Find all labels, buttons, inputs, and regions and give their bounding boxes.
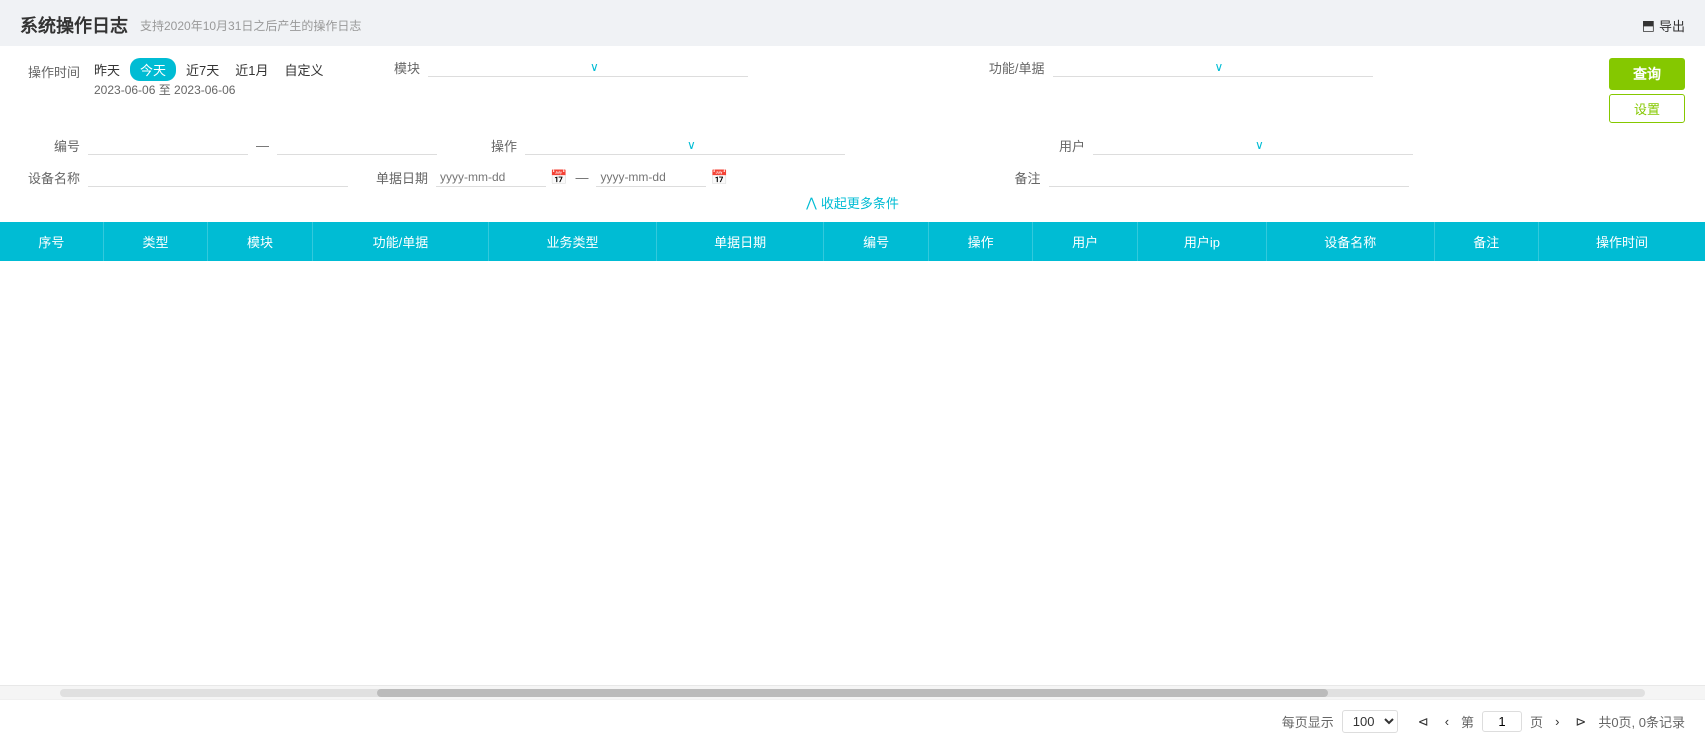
page-container: 系统操作日志 支持2020年10月31日之后产生的操作日志 ⬒ 导出 操作时间 … <box>0 0 1705 743</box>
export-button[interactable]: ⬒ 导出 <box>1642 16 1685 35</box>
first-page-button[interactable]: ⊲ <box>1414 712 1433 732</box>
export-icon: ⬒ <box>1642 17 1655 34</box>
remark-input[interactable] <box>1049 167 1409 187</box>
date-input-group: 📅 — 📅 <box>436 168 728 187</box>
number-to-input[interactable] <box>277 135 437 155</box>
col-number: 编号 <box>824 222 928 261</box>
col-remark: 备注 <box>1434 222 1538 261</box>
filter-panel: 操作时间 昨天 今天 近7天 近1月 自定义 2023-06-06 至 2023… <box>0 46 1705 222</box>
export-label: 导出 <box>1659 16 1685 35</box>
module-arrow-icon: ∨ <box>590 60 744 74</box>
scrollbar-area[interactable] <box>0 685 1705 699</box>
user-arrow-icon: ∨ <box>1255 138 1409 152</box>
page-unit: 页 <box>1530 712 1543 731</box>
page-size-select[interactable]: 100 50 200 <box>1342 710 1398 733</box>
page-summary: 共0页, 0条记录 <box>1598 712 1685 731</box>
col-device: 设备名称 <box>1266 222 1434 261</box>
table-container: 序号 类型 模块 功能/单据 业务类型 单据日期 编号 操作 用户 用户ip 设… <box>0 222 1705 685</box>
collapse-chevron-icon: ⋀ <box>806 195 817 211</box>
number-from-input[interactable] <box>88 135 248 155</box>
col-index: 序号 <box>0 222 103 261</box>
operation-select[interactable]: ∨ <box>525 136 845 155</box>
col-op-time: 操作时间 <box>1539 222 1705 261</box>
col-module: 模块 <box>208 222 312 261</box>
time-btn-yesterday[interactable]: 昨天 <box>88 58 126 81</box>
page-header: 系统操作日志 支持2020年10月31日之后产生的操作日志 ⬒ 导出 <box>0 0 1705 46</box>
page-size-label: 每页显示 <box>1282 712 1334 731</box>
collapse-label: 收起更多条件 <box>821 193 899 212</box>
collapse-row: ⋀ 收起更多条件 <box>0 187 1705 222</box>
pagination-bar: 每页显示 100 50 200 ⊲ ‹ 第 页 › ⊳ 共0页, 0条记录 <box>0 699 1705 743</box>
remark-label: 备注 <box>981 168 1041 187</box>
col-type: 类型 <box>103 222 207 261</box>
time-range-text: 2023-06-06 至 2023-06-06 <box>94 81 330 98</box>
prev-page-button[interactable]: ‹ <box>1441 712 1453 731</box>
query-button[interactable]: 查询 <box>1609 58 1685 90</box>
last-page-button[interactable]: ⊳ <box>1571 712 1590 732</box>
time-btn-7days[interactable]: 近7天 <box>180 58 225 81</box>
date-to-input[interactable] <box>596 168 706 187</box>
col-date: 单据日期 <box>656 222 824 261</box>
scrollbar-thumb[interactable] <box>377 689 1328 697</box>
scrollbar-track <box>60 689 1645 697</box>
user-select[interactable]: ∨ <box>1093 136 1413 155</box>
date-to-calendar-icon[interactable]: 📅 <box>710 169 727 186</box>
device-label: 设备名称 <box>20 168 80 187</box>
page-label: 第 <box>1461 712 1474 731</box>
func-label: 功能/单据 <box>985 58 1045 77</box>
col-user: 用户 <box>1033 222 1137 261</box>
time-label: 操作时间 <box>20 62 80 81</box>
user-label: 用户 <box>1025 136 1085 155</box>
col-func: 功能/单据 <box>312 222 488 261</box>
data-table: 序号 类型 模块 功能/单据 业务类型 单据日期 编号 操作 用户 用户ip 设… <box>0 222 1705 621</box>
time-btn-1month[interactable]: 近1月 <box>229 58 274 81</box>
number-label: 编号 <box>20 136 80 155</box>
table-header: 序号 类型 模块 功能/单据 业务类型 单据日期 编号 操作 用户 用户ip 设… <box>0 222 1705 261</box>
date-from-input[interactable] <box>436 168 546 187</box>
next-page-button[interactable]: › <box>1551 712 1563 731</box>
module-label: 模块 <box>360 58 420 77</box>
header-left: 系统操作日志 支持2020年10月31日之后产生的操作日志 <box>20 12 361 38</box>
func-select[interactable]: ∨ <box>1053 58 1373 77</box>
collapse-button[interactable]: ⋀ 收起更多条件 <box>806 193 899 212</box>
table-header-row: 序号 类型 模块 功能/单据 业务类型 单据日期 编号 操作 用户 用户ip 设… <box>0 222 1705 261</box>
operation-arrow-icon: ∨ <box>687 138 841 152</box>
date-label: 单据日期 <box>368 168 428 187</box>
page-number-input[interactable] <box>1482 711 1522 732</box>
table-body <box>0 261 1705 621</box>
col-business-type: 业务类型 <box>489 222 657 261</box>
operation-label: 操作 <box>457 136 517 155</box>
date-from-calendar-icon[interactable]: 📅 <box>550 169 567 186</box>
module-select[interactable]: ∨ <box>428 58 748 77</box>
action-buttons: 查询 设置 <box>1609 58 1685 123</box>
number-range-dash: — <box>256 138 269 153</box>
col-operation: 操作 <box>928 222 1032 261</box>
time-btn-today[interactable]: 今天 <box>130 58 176 81</box>
settings-button[interactable]: 设置 <box>1609 94 1685 123</box>
time-btn-custom[interactable]: 自定义 <box>279 58 330 81</box>
col-user-ip: 用户ip <box>1137 222 1266 261</box>
func-arrow-icon: ∨ <box>1215 60 1369 74</box>
device-input[interactable] <box>88 167 348 187</box>
page-title: 系统操作日志 <box>20 12 128 38</box>
page-subtitle: 支持2020年10月31日之后产生的操作日志 <box>140 17 361 34</box>
date-dash: — <box>575 170 588 185</box>
